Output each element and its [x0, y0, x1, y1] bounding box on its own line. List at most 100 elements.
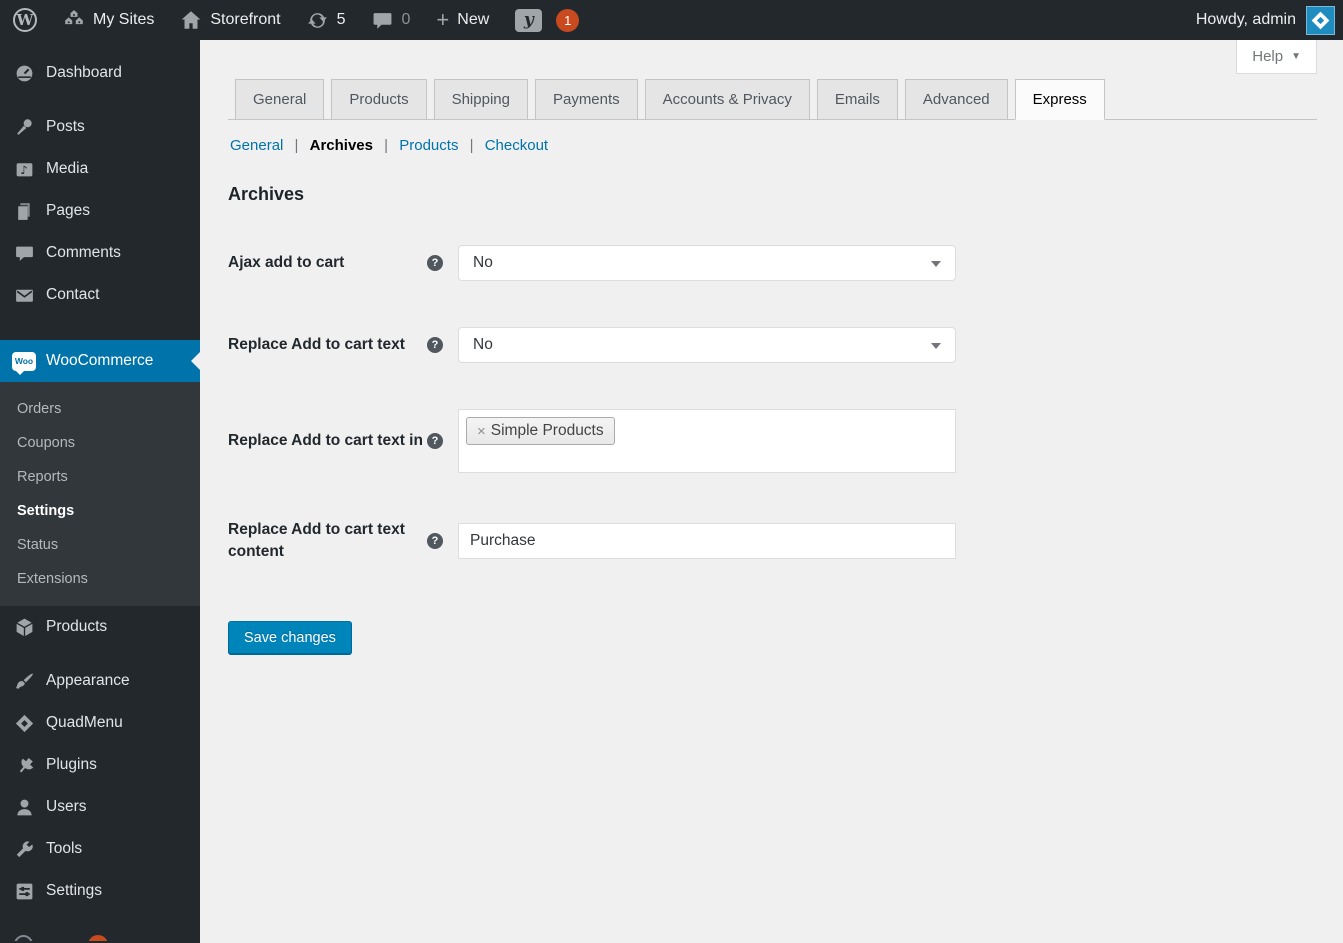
envelope-icon: [12, 283, 36, 307]
brush-icon: [12, 669, 36, 693]
admin-sidebar: Dashboard Posts ♪ Media Pages Comments C…: [0, 40, 200, 943]
yoast-seo-menu[interactable]: y 1: [502, 0, 592, 40]
submenu-item-status[interactable]: Status: [0, 528, 200, 562]
sidebar-item-media[interactable]: ♪ Media: [0, 148, 200, 190]
submenu-item-reports[interactable]: Reports: [0, 460, 200, 494]
subnav-link-products[interactable]: Products: [399, 137, 458, 154]
subnav-separator: |: [469, 137, 474, 154]
content-area: Help ▼ General Products Shipping Payment…: [200, 40, 1343, 943]
admin-bar: W My Sites Storefront 5 0 + New y 1 Howd…: [0, 0, 1343, 40]
sidebar-item-posts[interactable]: Posts: [0, 106, 200, 148]
sidebar-item-pages[interactable]: Pages: [0, 190, 200, 232]
sidebar-item-label: WooCommerce: [46, 352, 154, 369]
sidebar-item-label: Contact: [46, 286, 100, 303]
my-account-menu[interactable]: Howdy, admin: [1196, 0, 1343, 40]
help-tip-icon[interactable]: ?: [427, 433, 443, 449]
yoast-notification-badge: 1: [556, 8, 580, 32]
help-button[interactable]: Help ▼: [1236, 40, 1317, 74]
sidebar-item-tools[interactable]: Tools: [0, 828, 200, 870]
update-count: 5: [336, 11, 346, 28]
help-tip-icon[interactable]: ?: [427, 337, 443, 353]
yoast-seo-icon: y: [515, 8, 543, 32]
media-icon: ♪: [12, 157, 36, 181]
sidebar-item-label: Media: [46, 160, 89, 177]
sliders-icon: [12, 879, 36, 903]
ajax-add-to-cart-select[interactable]: No: [458, 245, 956, 281]
sidebar-item-dashboard[interactable]: Dashboard: [0, 52, 200, 94]
svg-text:♪: ♪: [20, 163, 27, 177]
sidebar-item-label: Comments: [46, 244, 121, 261]
sidebar-item-comments[interactable]: Comments: [0, 232, 200, 274]
pin-icon: [12, 115, 36, 139]
tab-general[interactable]: General: [235, 79, 325, 120]
form-row-replace-text-in: Replace Add to cart text in ? × Simple P…: [228, 409, 1343, 473]
tab-express[interactable]: Express: [1014, 79, 1105, 120]
menu-separator: [0, 94, 200, 106]
wrench-icon: [12, 837, 36, 861]
woocommerce-icon: Woo: [12, 349, 36, 375]
submenu-item-orders[interactable]: Orders: [0, 392, 200, 426]
sidebar-item-appearance[interactable]: Appearance: [0, 660, 200, 702]
chevron-down-icon: [931, 343, 941, 349]
submenu-item-settings[interactable]: Settings: [0, 494, 200, 528]
tab-advanced[interactable]: Advanced: [904, 79, 1008, 120]
my-sites-label: My Sites: [93, 11, 155, 28]
help-label: Help: [1252, 48, 1284, 65]
notification-badge: [88, 935, 108, 941]
tab-payments[interactable]: Payments: [534, 79, 638, 120]
replace-add-to-cart-text-select[interactable]: No: [458, 327, 956, 363]
new-content-menu[interactable]: + New: [423, 0, 502, 40]
replace-text-content-input[interactable]: [458, 523, 956, 560]
express-subnav: General | Archives | Products | Checkout: [230, 137, 1317, 154]
save-changes-button[interactable]: Save changes: [228, 620, 352, 655]
sidebar-item-settings[interactable]: Settings: [0, 870, 200, 912]
help-tip-icon[interactable]: ?: [427, 533, 443, 550]
tab-accounts-privacy[interactable]: Accounts & Privacy: [644, 79, 810, 120]
sidebar-item-label: Plugins: [46, 756, 97, 773]
menu-separator: [0, 648, 200, 660]
field-label: Replace Add to cart text content: [228, 521, 405, 561]
submenu-item-coupons[interactable]: Coupons: [0, 426, 200, 460]
select-value: No: [473, 336, 493, 353]
sidebar-item-users[interactable]: Users: [0, 786, 200, 828]
subnav-link-checkout[interactable]: Checkout: [485, 137, 548, 154]
replace-text-in-multiselect[interactable]: × Simple Products: [458, 409, 956, 473]
chevron-down-icon: ▼: [1291, 51, 1301, 62]
sidebar-item-woocommerce[interactable]: Woo WooCommerce: [0, 340, 200, 382]
sidebar-item-label: Products: [46, 618, 108, 635]
subnav-separator: |: [384, 137, 389, 154]
submenu-item-extensions[interactable]: Extensions: [0, 562, 200, 596]
form-row-replace-text-content: Replace Add to cart text content ?: [228, 519, 1343, 564]
comment-icon: [12, 241, 36, 265]
comments-menu[interactable]: 0: [359, 0, 424, 40]
sidebar-item-label: Tools: [46, 840, 83, 857]
site-menu[interactable]: Storefront: [167, 0, 293, 40]
howdy-text: Howdy, admin: [1195, 11, 1296, 28]
woocommerce-submenu: Orders Coupons Reports Settings Status E…: [0, 382, 200, 606]
help-tip-icon[interactable]: ?: [427, 255, 443, 271]
seo-icon: [14, 935, 33, 941]
tab-products[interactable]: Products: [331, 79, 427, 120]
sidebar-item-contact[interactable]: Contact: [0, 274, 200, 316]
tab-emails[interactable]: Emails: [816, 79, 898, 120]
form-row-replace-text: Replace Add to cart text ? No: [228, 327, 1343, 363]
my-sites-icon: [63, 9, 85, 31]
sidebar-item-partial[interactable]: [0, 932, 200, 941]
tab-shipping[interactable]: Shipping: [433, 79, 528, 120]
chevron-down-icon: [931, 261, 941, 267]
sidebar-item-plugins[interactable]: Plugins: [0, 744, 200, 786]
sidebar-item-quadmenu[interactable]: QuadMenu: [0, 702, 200, 744]
dashboard-icon: [12, 61, 36, 85]
settings-tabs: General Products Shipping Payments Accou…: [228, 78, 1317, 120]
my-sites-menu[interactable]: My Sites: [50, 0, 167, 40]
sidebar-item-label: Settings: [46, 882, 103, 899]
field-label: Replace Add to cart text: [228, 335, 405, 353]
sidebar-item-label: Posts: [46, 118, 85, 135]
updates-menu[interactable]: 5: [294, 0, 359, 40]
field-label: Ajax add to cart: [228, 253, 345, 271]
comment-count: 0: [401, 11, 411, 28]
remove-tag-icon[interactable]: ×: [477, 423, 486, 440]
sidebar-item-products[interactable]: Products: [0, 606, 200, 648]
wordpress-logo-menu[interactable]: W: [0, 0, 50, 40]
subnav-link-general[interactable]: General: [230, 137, 283, 154]
